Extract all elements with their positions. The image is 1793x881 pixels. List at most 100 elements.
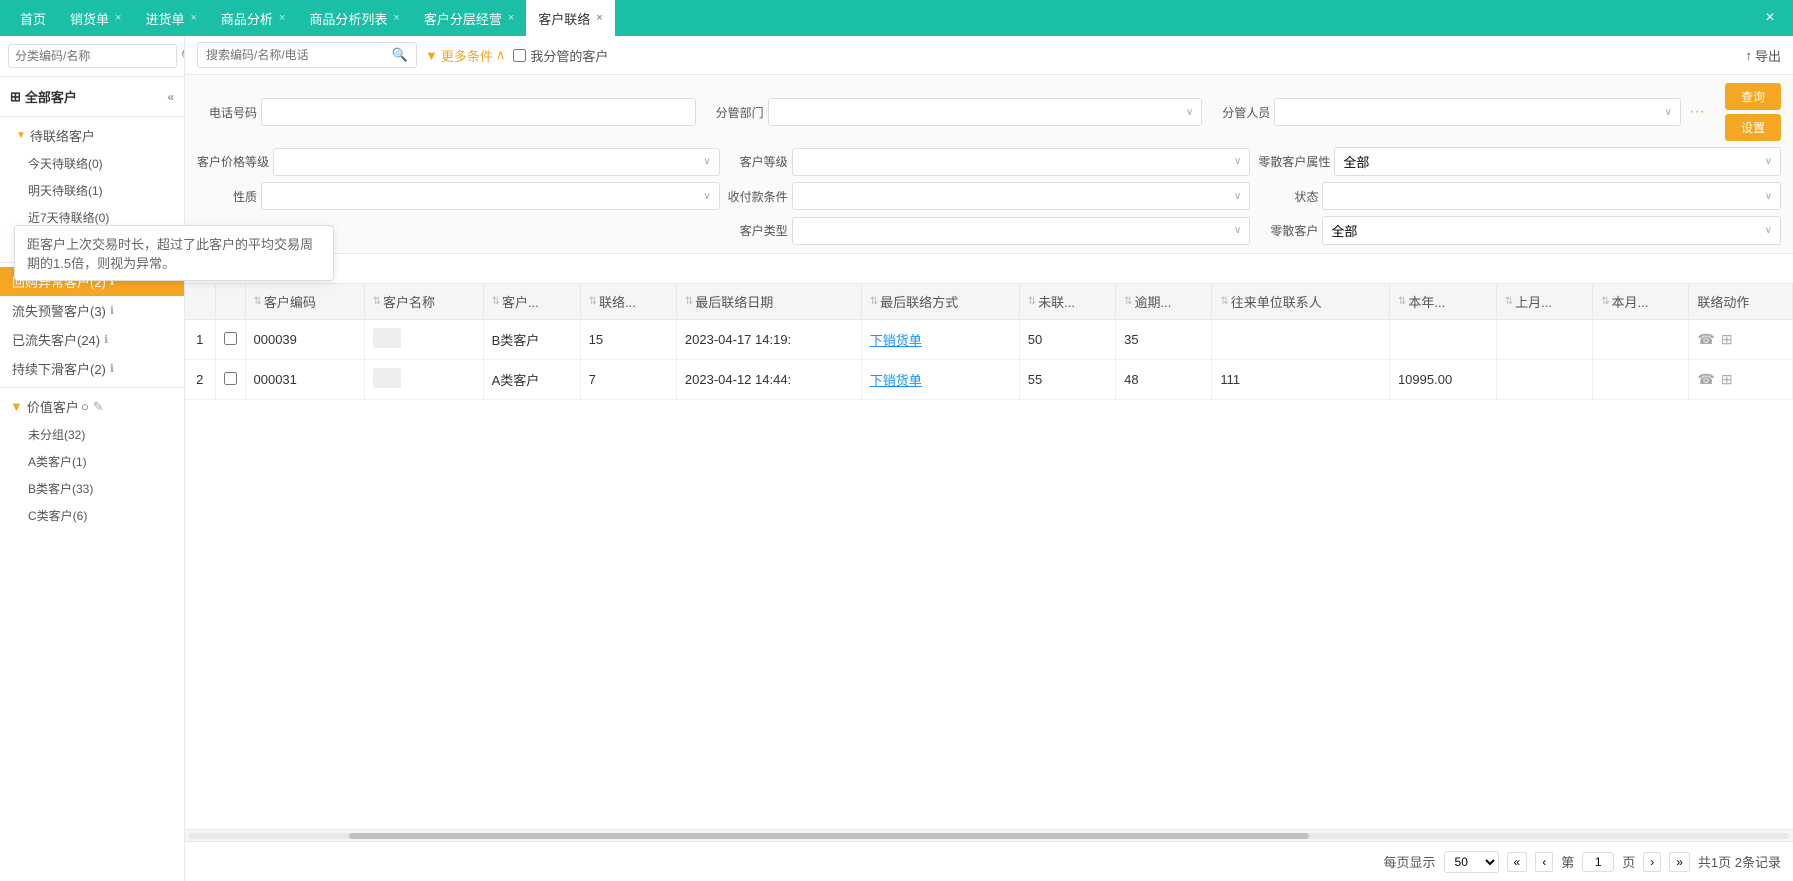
sidebar-item-tomorrow-pending[interactable]: 明天待联络(1) bbox=[0, 177, 184, 204]
edit-icon[interactable]: ✎ bbox=[93, 399, 104, 415]
horizontal-scrollbar[interactable] bbox=[185, 829, 1793, 841]
contact-icon[interactable]: ☎ bbox=[1697, 331, 1714, 348]
sub-person-select[interactable]: ∨ bbox=[1274, 98, 1681, 126]
sort-icon: ⇅ bbox=[1601, 296, 1609, 307]
sort-icon: ⇅ bbox=[373, 296, 381, 307]
tooltip-box: 距客户上次交易时长，超过了此客户的平均交易周期的1.5倍，则视为异常。 bbox=[185, 225, 334, 281]
last-contact-date-cell: 2023-04-17 14:19: bbox=[676, 320, 861, 360]
customer-type-select[interactable]: ∨ bbox=[792, 217, 1251, 245]
sidebar-collapse-icon[interactable]: « bbox=[167, 90, 174, 104]
close-icon[interactable]: × bbox=[393, 12, 399, 24]
col-last-contact-date: ⇅ 最后联络日期 bbox=[676, 284, 861, 320]
close-icon[interactable]: × bbox=[190, 12, 196, 24]
filter-customer-level: 客户等级 ∨ bbox=[728, 148, 1251, 176]
sidebar-item-class-a[interactable]: A类客户(1) bbox=[0, 448, 184, 475]
customer-name-cell bbox=[364, 360, 483, 400]
payment-select[interactable]: ∨ bbox=[792, 182, 1251, 210]
search-icon[interactable]: 🔍 bbox=[392, 47, 408, 63]
filter-phone: 电话号码 bbox=[197, 98, 696, 126]
page-size-select[interactable]: 50 100 200 bbox=[1444, 851, 1499, 873]
last-month-cell bbox=[1496, 320, 1592, 360]
customer-type-cell: B类客户 bbox=[483, 320, 580, 360]
last-page-btn[interactable]: » bbox=[1669, 852, 1690, 872]
customer-code-cell: 000031 bbox=[245, 360, 364, 400]
more-action-icon[interactable]: ⊞ bbox=[1721, 331, 1733, 348]
sidebar-value-customer-header[interactable]: ▼ 价值客户 ○ ✎ bbox=[0, 392, 184, 421]
customer-level-select[interactable]: ∨ bbox=[792, 148, 1251, 176]
circle-icon: ○ bbox=[81, 399, 89, 414]
unit-contacts-cell bbox=[1212, 320, 1390, 360]
last-contact-date-cell: 2023-04-12 14:44: bbox=[676, 360, 861, 400]
search-input[interactable] bbox=[206, 48, 392, 62]
contact-method-link[interactable]: 下销货单 bbox=[870, 333, 922, 348]
retail-customer-select[interactable]: 全部 ∨ bbox=[1322, 216, 1781, 245]
close-icon[interactable]: × bbox=[596, 12, 602, 24]
sort-icon: ⇅ bbox=[589, 296, 597, 307]
arrow-down-icon: ▼ bbox=[10, 399, 23, 414]
my-customer-checkbox[interactable]: 我分管的客户 bbox=[513, 46, 608, 65]
price-level-select[interactable]: ∨ bbox=[273, 148, 720, 176]
filter-payment: 收付款条件 ∨ bbox=[728, 182, 1251, 210]
close-icon[interactable]: × bbox=[508, 12, 514, 24]
sidebar-item-declining[interactable]: 持续下滑客户(2) ℹ bbox=[0, 354, 184, 383]
chevron-down-icon: ∨ bbox=[703, 191, 710, 202]
gender-select[interactable]: ∨ bbox=[261, 182, 720, 210]
filter-customer-type: 客户类型 ∨ bbox=[728, 217, 1251, 245]
sort-icon: ⇅ bbox=[870, 296, 878, 307]
contact-count-cell: 7 bbox=[580, 360, 676, 400]
settings-button[interactable]: 设置 bbox=[1725, 114, 1781, 141]
sidebar-item-churn-warning[interactable]: 流失预警客户(3) ℹ bbox=[0, 296, 184, 325]
grid-icon: ⊞ bbox=[10, 89, 21, 105]
nav-sales-order[interactable]: 销货单 × bbox=[58, 0, 133, 36]
content-area: 距客户上次交易时长，超过了此客户的平均交易周期的1.5倍，则视为异常。 🔍 ▼ … bbox=[185, 36, 1793, 881]
page-number-input[interactable] bbox=[1582, 852, 1614, 872]
sidebar-item-unclassified[interactable]: 未分组(32) bbox=[0, 421, 184, 448]
prev-page-btn[interactable]: ‹ bbox=[1535, 852, 1553, 872]
nav-purchase-order[interactable]: 进货单 × bbox=[133, 0, 208, 36]
row-actions-cell: ☎ ⊞ bbox=[1689, 320, 1793, 360]
nav-product-analysis[interactable]: 商品分析 × bbox=[209, 0, 297, 36]
sidebar-item-today-pending[interactable]: 今天待联络(0) bbox=[0, 150, 184, 177]
nav-customer-contact[interactable]: 客户联络 × bbox=[526, 0, 614, 36]
close-icon[interactable]: × bbox=[115, 12, 121, 24]
next-page-btn[interactable]: › bbox=[1643, 852, 1661, 872]
nav-home[interactable]: 首页 bbox=[8, 0, 58, 36]
filter-price-level: 客户价格等级 ∨ bbox=[197, 148, 720, 176]
extended-filter: 电话号码 分管部门 ∨ 分管人员 ∨ ··· bbox=[185, 75, 1793, 254]
status-select[interactable]: ∨ bbox=[1322, 182, 1781, 210]
sidebar-all-customers[interactable]: ⊞ 全部客户 « bbox=[0, 81, 184, 112]
first-page-btn[interactable]: « bbox=[1507, 852, 1528, 872]
sidebar-item-churned[interactable]: 已流失客户(24) ℹ bbox=[0, 325, 184, 354]
info-icon: ℹ bbox=[104, 333, 108, 346]
filter-retail-attr: 零散客户属性 全部 ∨ bbox=[1258, 147, 1781, 176]
nav-product-analysis-list[interactable]: 商品分析列表 × bbox=[297, 0, 411, 36]
close-icon[interactable]: × bbox=[279, 12, 285, 24]
customer-code-cell: 000039 bbox=[245, 320, 364, 360]
filter-actions: 查询 设置 bbox=[1725, 83, 1781, 141]
scrollbar-thumb[interactable] bbox=[349, 833, 1309, 839]
chevron-down-icon: ∨ bbox=[1186, 107, 1193, 118]
phone-input[interactable] bbox=[261, 98, 696, 126]
contact-method-link[interactable]: 下销货单 bbox=[870, 373, 922, 388]
nav-customer-segmentation[interactable]: 客户分层经营 × bbox=[412, 0, 526, 36]
more-icon[interactable]: ··· bbox=[1685, 103, 1709, 121]
sidebar-group-pending-contact[interactable]: ▼ 待联络客户 bbox=[0, 121, 184, 150]
my-customer-check[interactable] bbox=[513, 49, 526, 62]
filter-sub-person: 分管人员 ∨ ··· bbox=[1210, 98, 1709, 126]
contact-icon[interactable]: ☎ bbox=[1697, 371, 1714, 388]
filter-gender: 性质 ∨ bbox=[197, 182, 720, 210]
more-conditions-btn[interactable]: ▼ 更多条件 ∧ bbox=[425, 46, 505, 65]
sub-dept-select[interactable]: ∨ bbox=[768, 98, 1203, 126]
retail-attr-select[interactable]: 全部 ∨ bbox=[1334, 147, 1781, 176]
scrollbar-track[interactable] bbox=[189, 833, 1789, 839]
more-action-icon[interactable]: ⊞ bbox=[1721, 371, 1733, 388]
sidebar-search-input[interactable] bbox=[8, 44, 177, 68]
sidebar-item-class-b[interactable]: B类客户(33) bbox=[0, 475, 184, 502]
window-close-button[interactable]: × bbox=[1755, 3, 1785, 33]
export-button[interactable]: ↑ 导出 bbox=[1745, 46, 1781, 65]
row-checkbox[interactable] bbox=[224, 372, 237, 385]
query-button[interactable]: 查询 bbox=[1725, 83, 1781, 110]
sidebar-item-class-c[interactable]: C类客户(6) bbox=[0, 502, 184, 529]
uncontacted-cell: 50 bbox=[1019, 320, 1115, 360]
row-checkbox[interactable] bbox=[224, 332, 237, 345]
